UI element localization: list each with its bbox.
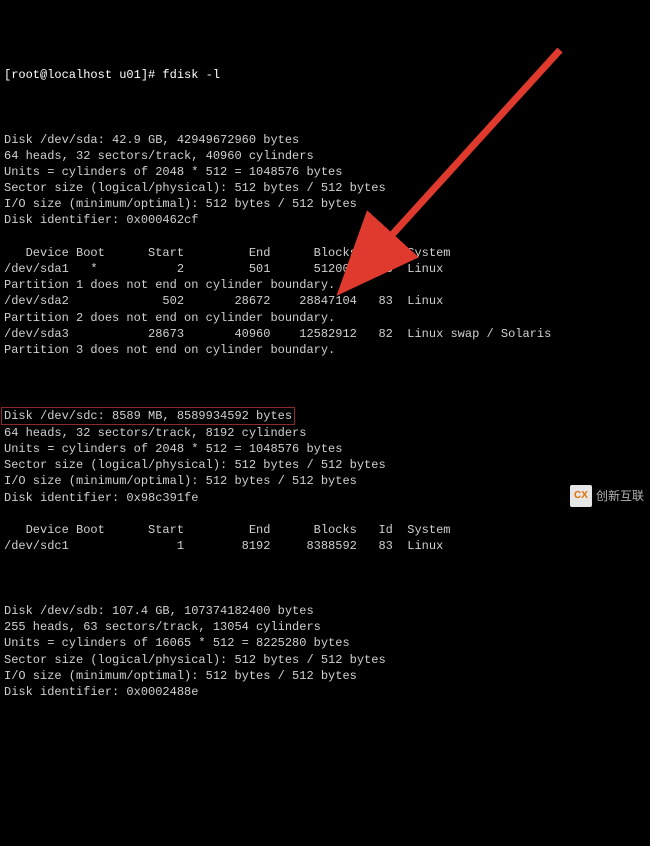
shell-prompt: [root@localhost u01]# fdisk -l xyxy=(4,67,646,83)
sda-partition-2: /dev/sda2 502 28672 28847104 83 Linux xyxy=(4,294,443,308)
sdb-sector: Sector size (logical/physical): 512 byte… xyxy=(4,653,386,667)
sda-partition-3: /dev/sda3 28673 40960 12582912 82 Linux … xyxy=(4,327,551,341)
blank-line xyxy=(4,374,646,390)
disk-sda-block: Disk /dev/sda: 42.9 GB, 42949672960 byte… xyxy=(4,132,646,359)
sdc-sector: Sector size (logical/physical): 512 byte… xyxy=(4,458,386,472)
sdb-identifier: Disk identifier: 0x0002488e xyxy=(4,685,198,699)
sda-warning-2: Partition 2 does not end on cylinder bou… xyxy=(4,311,335,325)
sdc-size: Disk /dev/sdc: 8589 MB, 8589934592 bytes xyxy=(4,409,292,423)
sdc-identifier: Disk identifier: 0x98c391fe xyxy=(4,491,198,505)
highlight-sdc-box: Disk /dev/sdc: 8589 MB, 8589934592 bytes xyxy=(1,407,295,425)
blank-line xyxy=(4,99,646,115)
sdc-geometry: 64 heads, 32 sectors/track, 8192 cylinde… xyxy=(4,426,306,440)
sda-size: Disk /dev/sda: 42.9 GB, 42949672960 byte… xyxy=(4,133,299,147)
sda-table-header: Device Boot Start End Blocks Id System xyxy=(4,246,450,260)
watermark: CX 创新互联 xyxy=(570,485,644,507)
sdc-io: I/O size (minimum/optimal): 512 bytes / … xyxy=(4,474,357,488)
blank-line xyxy=(4,571,646,587)
sda-identifier: Disk identifier: 0x000462cf xyxy=(4,213,198,227)
sda-warning-1: Partition 1 does not end on cylinder bou… xyxy=(4,278,335,292)
disk-sdb-block: Disk /dev/sdb: 107.4 GB, 107374182400 by… xyxy=(4,603,646,700)
sda-partition-1: /dev/sda1 * 2 501 512000 83 Linux xyxy=(4,262,443,276)
sdb-size: Disk /dev/sdb: 107.4 GB, 107374182400 by… xyxy=(4,604,314,618)
watermark-text: 创新互联 xyxy=(596,488,644,504)
sdb-units: Units = cylinders of 16065 * 512 = 82252… xyxy=(4,636,350,650)
watermark-logo: CX xyxy=(570,485,592,507)
sda-sector: Sector size (logical/physical): 512 byte… xyxy=(4,181,386,195)
sda-geometry: 64 heads, 32 sectors/track, 40960 cylind… xyxy=(4,149,314,163)
sdb-io: I/O size (minimum/optimal): 512 bytes / … xyxy=(4,669,357,683)
sda-units: Units = cylinders of 2048 * 512 = 104857… xyxy=(4,165,342,179)
sdc-units: Units = cylinders of 2048 * 512 = 104857… xyxy=(4,442,342,456)
sda-warning-3: Partition 3 does not end on cylinder bou… xyxy=(4,343,335,357)
sdb-geometry: 255 heads, 63 sectors/track, 13054 cylin… xyxy=(4,620,321,634)
sdc-table-header: Device Boot Start End Blocks Id System xyxy=(4,523,450,537)
sda-io: I/O size (minimum/optimal): 512 bytes / … xyxy=(4,197,357,211)
disk-sdc-block: 64 heads, 32 sectors/track, 8192 cylinde… xyxy=(4,425,646,555)
sdc-partition-1: /dev/sdc1 1 8192 8388592 83 Linux xyxy=(4,539,443,553)
prompt-text: [root@localhost u01]# fdisk -l xyxy=(4,68,220,82)
